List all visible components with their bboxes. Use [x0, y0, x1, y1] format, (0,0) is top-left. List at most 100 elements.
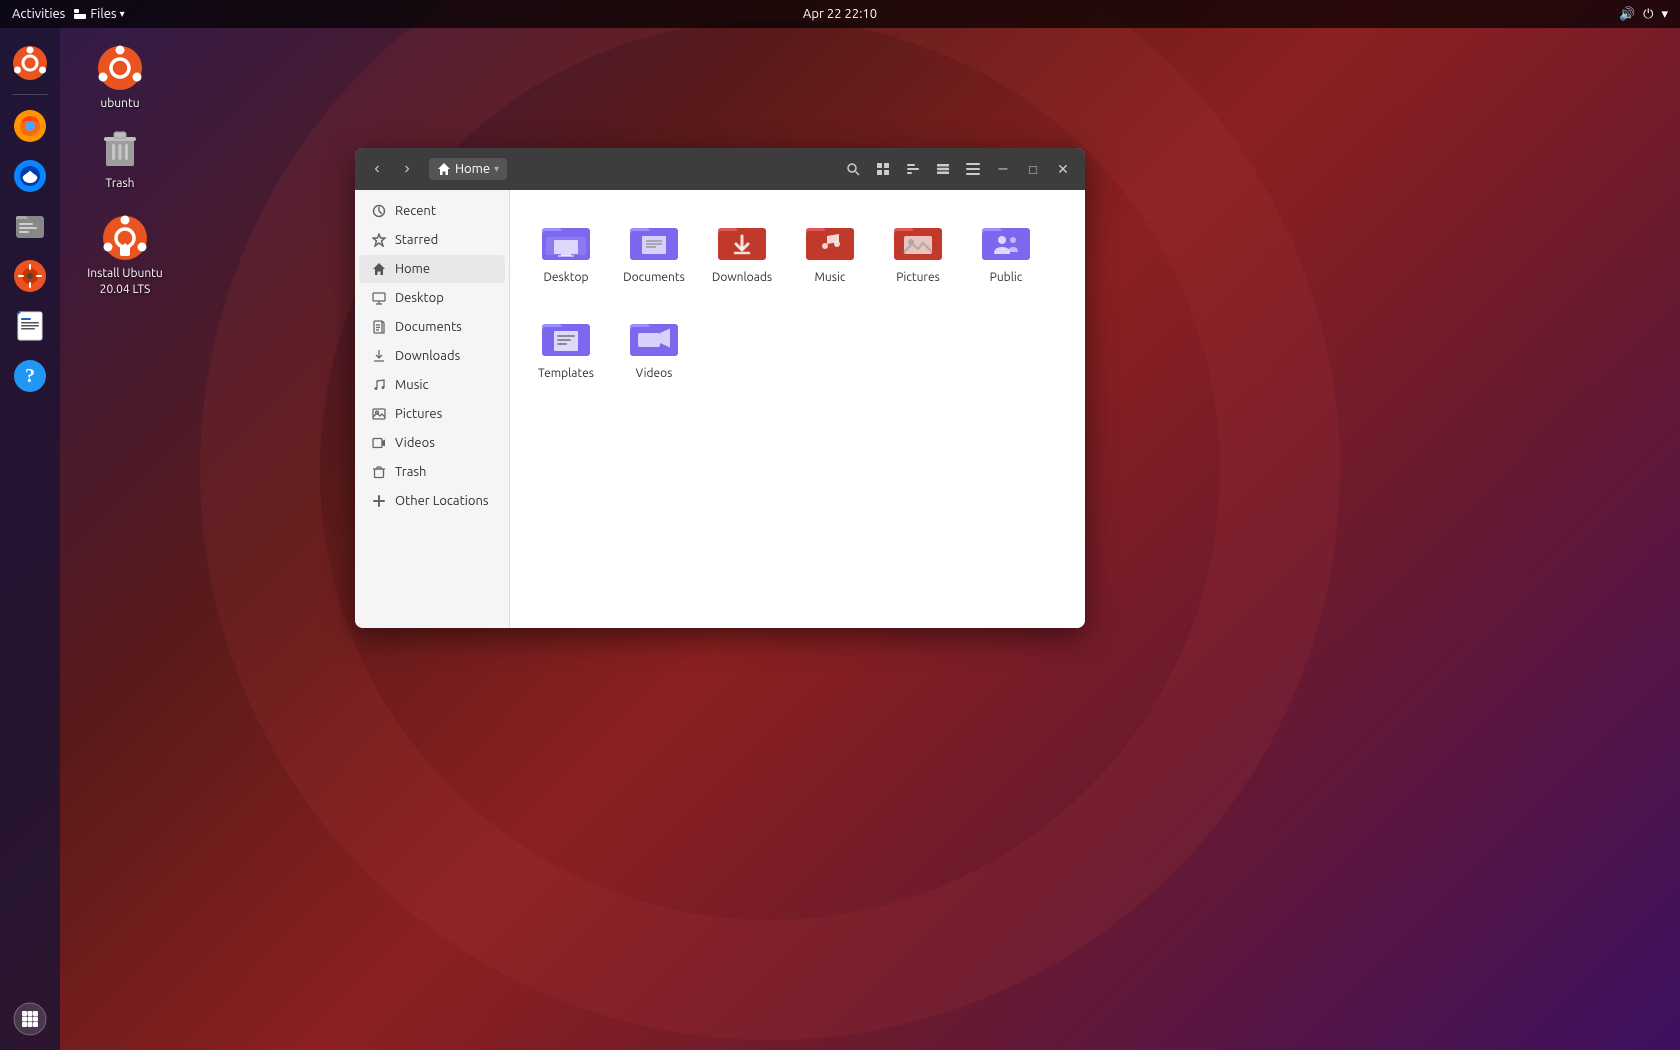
- file-manager-window: ‹ › Home ▾: [355, 148, 1085, 628]
- dock-item-ubuntu[interactable]: [7, 40, 53, 86]
- dock-item-firefox[interactable]: [7, 103, 53, 149]
- thunderbird-icon: [12, 158, 48, 194]
- sidebar-item-trash[interactable]: Trash: [359, 458, 505, 486]
- music-sidebar-icon: [371, 377, 387, 393]
- sidebar: Recent Starred: [355, 190, 510, 628]
- downloads-sidebar-icon: [371, 348, 387, 364]
- desktop-folder-icon: [540, 214, 592, 266]
- dock-item-show-apps[interactable]: [7, 996, 53, 1042]
- menu-button[interactable]: [959, 155, 987, 183]
- sidebar-videos-label: Videos: [395, 436, 435, 450]
- file-icon-desktop[interactable]: Desktop: [526, 206, 606, 294]
- grid-view-button[interactable]: [869, 155, 897, 183]
- search-icon: [846, 162, 860, 176]
- file-icon-pictures[interactable]: Pictures: [878, 206, 958, 294]
- downloads-folder-label: Downloads: [712, 270, 772, 286]
- documents-sidebar-icon: [371, 319, 387, 335]
- topbar: Activities Files ▾ Apr 22 22:10 🔊 ⏻ ▾: [0, 0, 1680, 28]
- sidebar-item-pictures[interactable]: Pictures: [359, 400, 505, 428]
- sidebar-item-starred[interactable]: Starred: [359, 226, 505, 254]
- desktop-sidebar-icon: [371, 290, 387, 306]
- ubuntu-logo-label: ubuntu: [100, 96, 139, 112]
- ubuntu-icon: [12, 45, 48, 81]
- rhythmbox-icon: [12, 258, 48, 294]
- sidebar-music-label: Music: [395, 378, 429, 392]
- dock: ?: [0, 28, 60, 1050]
- sidebar-item-downloads[interactable]: Downloads: [359, 342, 505, 370]
- titlebar-nav: ‹ ›: [363, 155, 421, 183]
- dock-item-thunderbird[interactable]: [7, 153, 53, 199]
- sidebar-starred-label: Starred: [395, 233, 438, 247]
- desktop-icon-install-ubuntu[interactable]: Install Ubuntu 20.04 LTS: [80, 210, 170, 301]
- templates-folder-label: Templates: [538, 366, 594, 382]
- music-icon: [372, 378, 386, 392]
- sidebar-downloads-label: Downloads: [395, 349, 460, 363]
- dock-item-files[interactable]: [7, 203, 53, 249]
- home-icon: [372, 262, 386, 276]
- file-icon-templates[interactable]: Templates: [526, 302, 606, 390]
- sidebar-item-home[interactable]: Home: [359, 255, 505, 283]
- power-icon[interactable]: ⏻: [1643, 7, 1653, 22]
- desktop-icon-svg: [372, 291, 386, 305]
- file-icon-public[interactable]: Public: [966, 206, 1046, 294]
- music-folder-icon: [804, 214, 856, 266]
- sidebar-home-label: Home: [395, 262, 430, 276]
- activities-button[interactable]: Activities: [12, 7, 65, 21]
- videos-folder-label: Videos: [636, 366, 673, 382]
- maximize-button[interactable]: □: [1019, 155, 1047, 183]
- volume-icon[interactable]: 🔊: [1619, 7, 1635, 22]
- dock-item-help[interactable]: ?: [7, 353, 53, 399]
- topbar-right: 🔊 ⏻ ▾: [1619, 7, 1668, 22]
- window-titlebar: ‹ › Home ▾: [355, 148, 1085, 190]
- clock-icon: [371, 203, 387, 219]
- desktop: Activities Files ▾ Apr 22 22:10 🔊 ⏻ ▾: [0, 0, 1680, 1050]
- files-menu-icon: [73, 7, 87, 21]
- sidebar-item-videos[interactable]: Videos: [359, 429, 505, 457]
- close-button[interactable]: ✕: [1049, 155, 1077, 183]
- trash-desktop-icon: [96, 124, 144, 172]
- sort-icon: [907, 163, 919, 175]
- sidebar-item-desktop[interactable]: Desktop: [359, 284, 505, 312]
- search-button[interactable]: [839, 155, 867, 183]
- dock-item-rhythmbox[interactable]: [7, 253, 53, 299]
- sidebar-item-music[interactable]: Music: [359, 371, 505, 399]
- pictures-folder-icon: [892, 214, 944, 266]
- desktop-icon-ubuntu[interactable]: ubuntu: [80, 40, 160, 116]
- files-menu[interactable]: Files ▾: [73, 7, 124, 21]
- pictures-sidebar-icon: [371, 406, 387, 422]
- desktop-icon-trash[interactable]: Trash: [80, 120, 160, 196]
- sidebar-item-documents[interactable]: Documents: [359, 313, 505, 341]
- help-icon: ?: [12, 358, 48, 394]
- templates-folder-icon: [540, 310, 592, 362]
- forward-button[interactable]: ›: [393, 155, 421, 183]
- window-body: Recent Starred: [355, 190, 1085, 628]
- videos-icon: [372, 436, 386, 450]
- desktop-folder-label: Desktop: [543, 270, 588, 286]
- documents-folder-label: Documents: [623, 270, 685, 286]
- libreoffice-icon: [12, 308, 48, 344]
- settings-icon[interactable]: ▾: [1661, 7, 1668, 22]
- documents-icon: [372, 320, 386, 334]
- titlebar-path[interactable]: Home ▾: [429, 158, 507, 180]
- install-ubuntu-label: Install Ubuntu 20.04 LTS: [87, 266, 163, 297]
- back-button[interactable]: ‹: [363, 155, 391, 183]
- firefox-icon: [12, 108, 48, 144]
- minimize-button[interactable]: –: [989, 155, 1017, 183]
- file-icon-videos[interactable]: Videos: [614, 302, 694, 390]
- home-path-icon: [437, 162, 451, 176]
- list-view-icon: [936, 162, 950, 176]
- sidebar-item-other-locations[interactable]: Other Locations: [359, 487, 505, 515]
- file-icon-downloads[interactable]: Downloads: [702, 206, 782, 294]
- recent-icon: [372, 204, 386, 218]
- sidebar-trash-label: Trash: [395, 465, 426, 479]
- path-dropdown-icon[interactable]: ▾: [494, 163, 499, 175]
- sidebar-desktop-label: Desktop: [395, 291, 444, 305]
- list-view-button[interactable]: [929, 155, 957, 183]
- sort-button[interactable]: [899, 155, 927, 183]
- file-icon-music[interactable]: Music: [790, 206, 870, 294]
- downloads-folder-icon: [716, 214, 768, 266]
- videos-folder-icon: [628, 310, 680, 362]
- sidebar-item-recent[interactable]: Recent: [359, 197, 505, 225]
- dock-item-libreoffice[interactable]: [7, 303, 53, 349]
- file-icon-documents[interactable]: Documents: [614, 206, 694, 294]
